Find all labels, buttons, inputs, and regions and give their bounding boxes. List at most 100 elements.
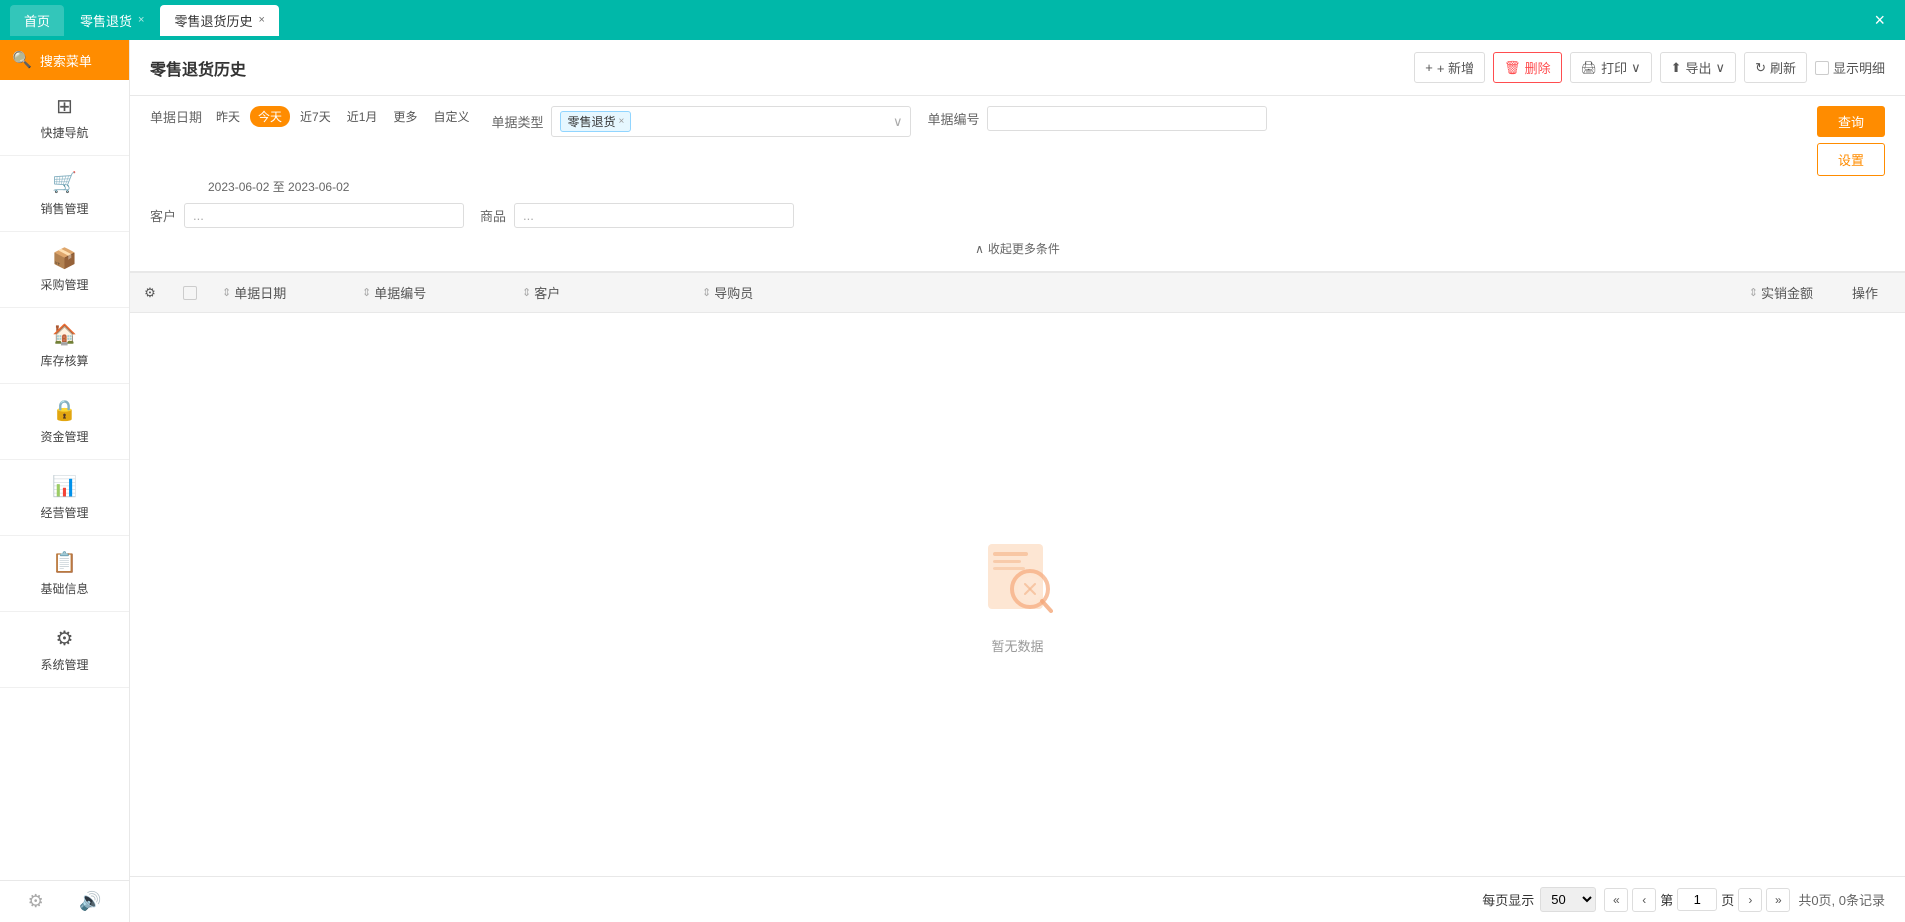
collapse-row: ∧ 收起更多条件 xyxy=(150,236,1885,261)
th-check[interactable] xyxy=(170,276,210,310)
sidebar-item-system-mgmt[interactable]: ⚙ 系统管理 xyxy=(0,612,129,688)
next-page-button[interactable]: › xyxy=(1738,888,1762,912)
goods-filter: 商品 ... xyxy=(480,203,794,228)
type-filter: 单据类型 零售退货 × ∨ xyxy=(491,106,911,137)
delete-icon: 🗑 xyxy=(1504,60,1521,76)
type-label: 单据类型 xyxy=(491,112,543,131)
date-option-custom[interactable]: 自定义 xyxy=(427,106,475,127)
sidebar-item-operations[interactable]: 📊 经营管理 xyxy=(0,460,129,536)
audio-icon[interactable]: 🔊 xyxy=(79,891,101,912)
date-option-7days[interactable]: 近7天 xyxy=(294,106,337,127)
print-button[interactable]: 🖨 打印 ∨ xyxy=(1570,52,1652,83)
table-area: ⚙ ⇕ 单据日期 ⇕ 单据编号 ⇕ 客户 ⇕ xyxy=(130,272,1905,876)
display-toggle[interactable]: 显示明细 xyxy=(1815,58,1885,77)
th-bill-no[interactable]: ⇕ 单据编号 xyxy=(350,273,510,312)
th-amount[interactable]: ⇕ 实销金额 xyxy=(850,273,1825,312)
collapse-label: 收起更多条件 xyxy=(988,240,1060,257)
th-bill-no-label: 单据编号 xyxy=(374,283,426,302)
th-guide[interactable]: ⇕ 导购员 xyxy=(690,273,850,312)
date-option-yesterday[interactable]: 昨天 xyxy=(210,106,246,127)
goods-label: 商品 xyxy=(480,206,506,225)
sidebar-item-basic-info-label: 基础信息 xyxy=(40,580,88,597)
sidebar-item-purchase-mgmt[interactable]: 📦 采购管理 xyxy=(0,232,129,308)
type-tag-label: 零售退货 xyxy=(567,113,615,130)
settings-bottom-icon[interactable]: ⚙ xyxy=(28,891,44,912)
empty-text: 暂无数据 xyxy=(991,636,1043,655)
date-option-today[interactable]: 今天 xyxy=(250,106,290,127)
customer-filter: 客户 ... xyxy=(150,203,464,228)
sidebar-bottom: ⚙ 🔊 xyxy=(0,880,129,922)
sidebar-item-inventory[interactable]: 🏠 库存核算 xyxy=(0,308,129,384)
page-header: 零售退货历史 + + 新增 🗑 删除 🖨 打印 ∨ xyxy=(130,40,1905,96)
th-action: 操作 xyxy=(1825,273,1905,312)
customer-placeholder: ... xyxy=(193,208,204,223)
tab-retail-return-history-close[interactable]: × xyxy=(258,14,264,26)
sidebar-item-finance[interactable]: 🔒 资金管理 xyxy=(0,384,129,460)
page-unit: 页 xyxy=(1721,890,1734,909)
last-page-button[interactable]: » xyxy=(1766,888,1790,912)
th-customer[interactable]: ⇕ 客户 xyxy=(510,273,690,312)
export-dropdown-icon: ∨ xyxy=(1716,60,1726,76)
new-button[interactable]: + + 新增 xyxy=(1414,52,1485,83)
sidebar-item-quick-nav[interactable]: ⊞ 快捷导航 xyxy=(0,80,129,156)
collapse-up-icon: ∧ xyxy=(975,242,984,256)
sidebar-item-sales-mgmt[interactable]: 🛒 销售管理 xyxy=(0,156,129,232)
refresh-label: 刷新 xyxy=(1770,58,1796,77)
refresh-icon: ↻ xyxy=(1755,60,1766,76)
page-title: 零售退货历史 xyxy=(150,56,246,80)
tab-retail-return[interactable]: 零售退货 × xyxy=(66,5,158,36)
date-options: 昨天 今天 近7天 近1月 更多 自定义 xyxy=(210,106,475,127)
sidebar-item-quick-nav-label: 快捷导航 xyxy=(40,124,88,141)
query-button[interactable]: 查询 xyxy=(1817,106,1885,137)
content-area: 零售退货历史 + + 新增 🗑 删除 🖨 打印 ∨ xyxy=(130,40,1905,922)
total-info: 共0页, 0条记录 xyxy=(1798,890,1885,909)
select-all-checkbox[interactable] xyxy=(183,286,197,300)
per-page: 每页显示 50 20 100 xyxy=(1482,887,1596,912)
sidebar-item-finance-label: 资金管理 xyxy=(40,428,88,445)
tab-retail-return-label: 零售退货 xyxy=(80,11,132,30)
date-option-more[interactable]: 更多 xyxy=(387,106,423,127)
th-guide-label: 导购员 xyxy=(714,283,753,302)
system-icon: ⚙ xyxy=(56,626,74,651)
th-settings[interactable]: ⚙ xyxy=(130,275,170,311)
export-button[interactable]: ⬆ 导出 ∨ xyxy=(1660,52,1736,83)
tab-home[interactable]: 首页 xyxy=(10,5,64,36)
tab-retail-return-history[interactable]: 零售退货历史 × xyxy=(160,5,278,36)
export-label: 导出 xyxy=(1686,58,1712,77)
page-input[interactable] xyxy=(1677,888,1717,911)
prev-page-button[interactable]: ‹ xyxy=(1632,888,1656,912)
inventory-icon: 🏠 xyxy=(52,322,77,347)
tab-retail-return-close[interactable]: × xyxy=(138,14,144,26)
settings-icon: ⚙ xyxy=(144,285,156,301)
type-tag-input[interactable]: 零售退货 × ∨ xyxy=(551,106,911,137)
bill-no-filter: 单据编号 xyxy=(927,106,1801,131)
sidebar-item-basic-info[interactable]: 📋 基础信息 xyxy=(0,536,129,612)
tab-list: 首页 零售退货 × 零售退货历史 × xyxy=(10,5,1864,36)
sidebar: 🔍 搜索菜单 ⊞ 快捷导航 🛒 销售管理 📦 采购管理 🏠 库存核算 🔒 xyxy=(0,40,130,922)
bill-no-input[interactable] xyxy=(987,106,1267,131)
per-page-select[interactable]: 50 20 100 xyxy=(1540,887,1596,912)
sidebar-nav: ⊞ 快捷导航 🛒 销售管理 📦 采购管理 🏠 库存核算 🔒 资金管理 📊 xyxy=(0,80,129,880)
display-toggle-checkbox[interactable] xyxy=(1815,61,1829,75)
pagination: 每页显示 50 20 100 « ‹ 第 页 › » 共0页, 0条记录 xyxy=(130,876,1905,922)
page-nav: « ‹ 第 页 › » xyxy=(1604,888,1790,912)
delete-button[interactable]: 🗑 删除 xyxy=(1493,52,1562,83)
setup-button[interactable]: 设置 xyxy=(1817,143,1885,176)
date-option-1month[interactable]: 近1月 xyxy=(341,106,384,127)
th-date[interactable]: ⇕ 单据日期 xyxy=(210,273,350,312)
th-date-label: 单据日期 xyxy=(234,283,286,302)
collapse-button[interactable]: ∧ 收起更多条件 xyxy=(958,240,1078,257)
first-page-button[interactable]: « xyxy=(1604,888,1628,912)
quick-nav-icon: ⊞ xyxy=(56,94,73,119)
bill-no-label: 单据编号 xyxy=(927,109,979,128)
sidebar-search[interactable]: 🔍 搜索菜单 xyxy=(0,40,129,80)
type-tag-close[interactable]: × xyxy=(618,116,624,127)
window-close-button[interactable]: × xyxy=(1864,10,1895,31)
sidebar-item-system-label: 系统管理 xyxy=(40,656,88,673)
customer-input[interactable]: ... xyxy=(184,203,464,228)
refresh-button[interactable]: ↻ 刷新 xyxy=(1744,52,1807,83)
top-bar: 首页 零售退货 × 零售退货历史 × × xyxy=(0,0,1905,40)
filter-section: 单据日期 昨天 今天 近7天 近1月 更多 自定义 单据类型 xyxy=(130,96,1905,272)
print-dropdown-icon: ∨ xyxy=(1631,60,1641,76)
goods-input[interactable]: ... xyxy=(514,203,794,228)
